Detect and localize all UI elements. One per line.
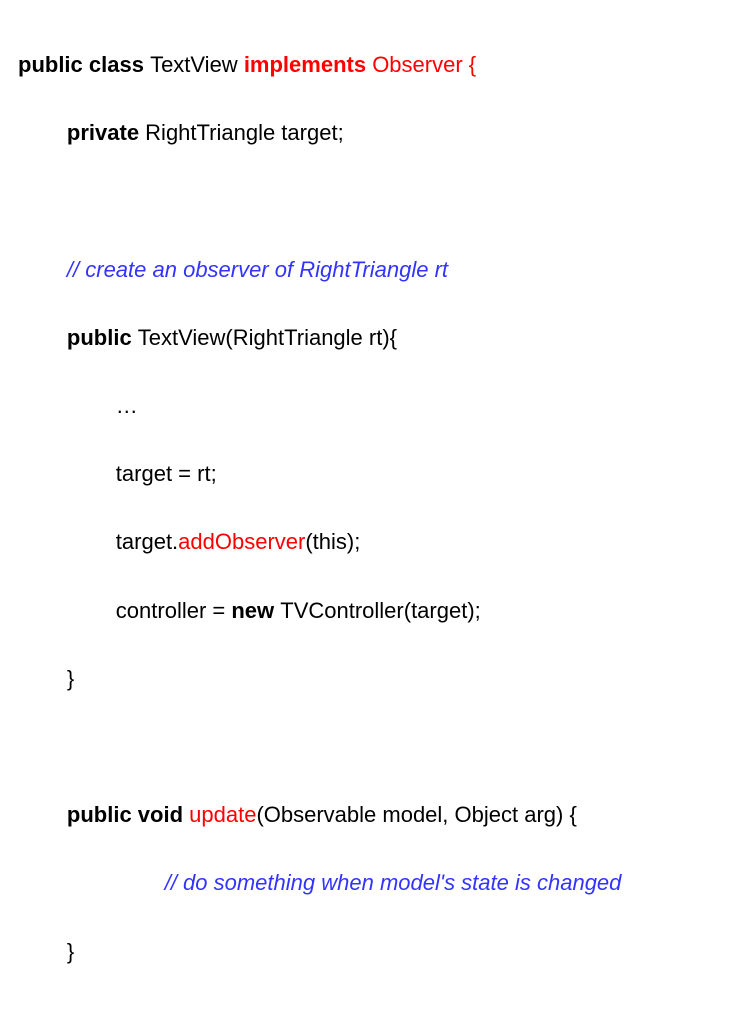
code-line: public TextView(RightTriangle rt){ — [18, 321, 746, 355]
kw-public: public — [67, 325, 138, 350]
indent — [18, 120, 67, 145]
stmt-post: (this); — [305, 529, 360, 554]
indent — [18, 257, 67, 282]
stmt-assign: target = rt; — [116, 461, 217, 486]
indent — [18, 529, 116, 554]
comment: // do something when model's state is ch… — [165, 870, 622, 895]
indent — [18, 325, 67, 350]
code-line: // create an observer of RightTriangle r… — [18, 253, 746, 287]
stmt-post: TVController(target); — [280, 598, 481, 623]
code-line: } — [18, 662, 746, 696]
code-line: // do something when model's state is ch… — [18, 866, 746, 900]
indent — [18, 870, 165, 895]
code-line — [18, 184, 746, 218]
code-line — [18, 730, 746, 764]
iface-observer: Observer { — [372, 52, 476, 77]
ctor-sig: TextView(RightTriangle rt){ — [138, 325, 397, 350]
brace-close: } — [67, 939, 74, 964]
comment: // create an observer of RightTriangle r… — [67, 257, 448, 282]
code-line: target.addObserver(this); — [18, 525, 746, 559]
field-decl: RightTriangle target; — [145, 120, 344, 145]
stmt-pre: target. — [116, 529, 178, 554]
stmt-pre: controller = — [116, 598, 232, 623]
indent — [18, 802, 67, 827]
kw-private: private — [67, 120, 145, 145]
ellipsis: … — [116, 393, 138, 418]
method-sig: (Observable model, Object arg) { — [256, 802, 576, 827]
class-name: TextView — [150, 52, 244, 77]
call-addObserver: addObserver — [178, 529, 305, 554]
kw-public-class: public class — [18, 52, 150, 77]
code-block: public class TextView implements Observe… — [0, 0, 752, 1009]
code-line: target = rt; — [18, 457, 746, 491]
code-line: public void update(Observable model, Obj… — [18, 798, 746, 832]
indent — [18, 598, 116, 623]
code-line: … — [18, 389, 746, 423]
code-line: controller = new TVController(target); — [18, 594, 746, 628]
kw-public-void: public void — [67, 802, 189, 827]
code-line: } — [18, 935, 746, 969]
indent — [18, 939, 67, 964]
indent — [18, 461, 116, 486]
kw-new: new — [231, 598, 280, 623]
kw-implements: implements — [244, 52, 372, 77]
code-line: private RightTriangle target; — [18, 116, 746, 150]
brace-close: } — [67, 666, 74, 691]
code-line: public class TextView implements Observe… — [18, 48, 746, 82]
method-update: update — [189, 802, 256, 827]
indent — [18, 666, 67, 691]
indent — [18, 393, 116, 418]
